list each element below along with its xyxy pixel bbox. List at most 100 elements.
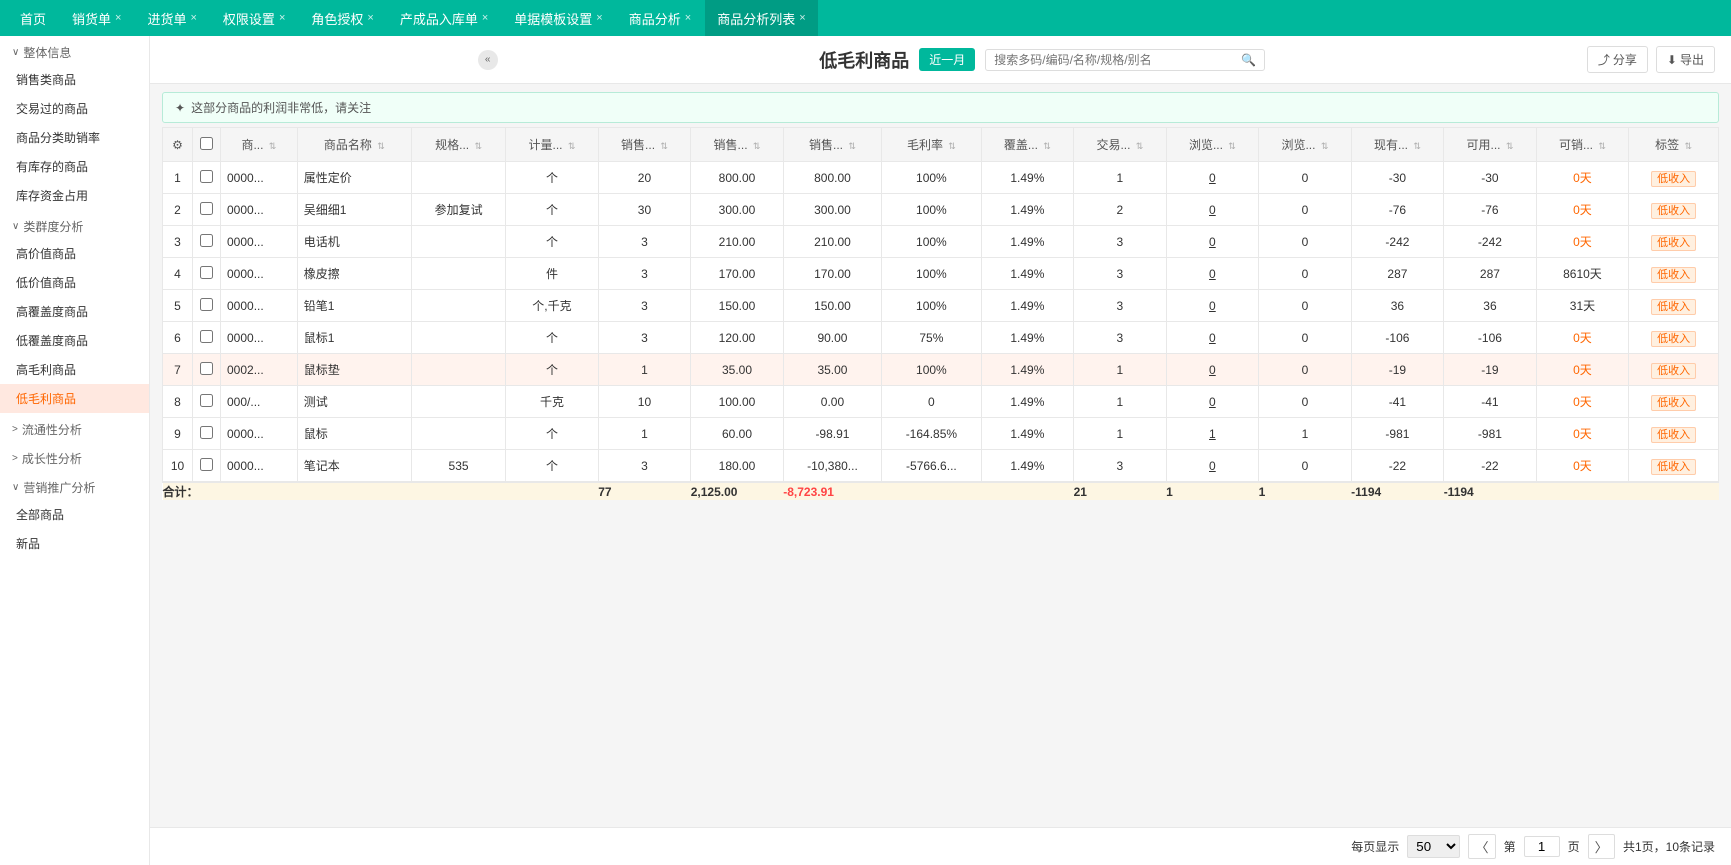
sidebar-item-all-products[interactable]: 全部商品 [0, 500, 149, 529]
row-sale-amt: 210.00 [691, 226, 784, 258]
search-input[interactable] [994, 53, 1241, 67]
col-unit[interactable]: 计量... ⇅ [506, 128, 599, 162]
col-tag[interactable]: 标签 ⇅ [1629, 128, 1719, 162]
close-icon[interactable]: × [115, 12, 121, 24]
col-code[interactable]: 商... ⇅ [221, 128, 298, 162]
col-sale-amt[interactable]: 销售... ⇅ [691, 128, 784, 162]
row-checkbox[interactable] [193, 386, 221, 418]
row-name[interactable]: 测试 [297, 386, 411, 418]
col-view2[interactable]: 浏览... ⇅ [1259, 128, 1352, 162]
per-page-label: 每页显示 [1351, 838, 1399, 855]
export-button[interactable]: ⬇ 导出 [1656, 46, 1715, 73]
sidebar-item-high-value[interactable]: 高价值商品 [0, 239, 149, 268]
sidebar-group-growth[interactable]: > 成长性分析 [0, 442, 149, 471]
row-checkbox[interactable] [193, 450, 221, 483]
row-checkbox[interactable] [193, 194, 221, 226]
prev-page-button[interactable]: 〈 [1468, 834, 1495, 859]
row-name[interactable]: 属性定价 [297, 162, 411, 194]
col-view1[interactable]: 浏览... ⇅ [1166, 128, 1259, 162]
close-icon[interactable]: × [367, 12, 373, 24]
row-trade: 3 [1074, 226, 1167, 258]
row-spec: 参加复试 [411, 194, 505, 226]
row-name[interactable]: 电话机 [297, 226, 411, 258]
row-name[interactable]: 鼠标垫 [297, 354, 411, 386]
row-available: -76 [1444, 194, 1537, 226]
sidebar-group-flow[interactable]: > 流通性分析 [0, 413, 149, 442]
search-box: 🔍 [985, 49, 1265, 71]
col-name[interactable]: 商品名称 ⇅ [297, 128, 411, 162]
nav-home[interactable]: 首页 [8, 0, 58, 36]
col-trade[interactable]: 交易... ⇅ [1074, 128, 1167, 162]
row-checkbox[interactable] [193, 290, 221, 322]
filter-period-button[interactable]: 近一月 [919, 48, 975, 71]
row-name[interactable]: 鼠标1 [297, 322, 411, 354]
share-button[interactable]: ⤴ 分享 [1587, 46, 1648, 73]
col-gross-rate[interactable]: 毛利率 ⇅ [882, 128, 981, 162]
sidebar-item-stock-products[interactable]: 有库存的商品 [0, 152, 149, 181]
table-row: 7 0002... 鼠标垫 个 1 35.00 35.00 100% 1.49%… [163, 354, 1719, 386]
nav-purchase-order[interactable]: 进货单 × [135, 0, 208, 36]
row-name[interactable]: 吴细细1 [297, 194, 411, 226]
row-unit: 件 [506, 258, 599, 290]
nav-role-auth[interactable]: 角色授权 × [299, 0, 385, 36]
nav-sales-order[interactable]: 销货单 × [60, 0, 133, 36]
row-checkbox[interactable] [193, 322, 221, 354]
row-sale-profit: -10,380... [783, 450, 881, 483]
row-name[interactable]: 笔记本 [297, 450, 411, 483]
close-icon[interactable]: × [190, 12, 196, 24]
col-spec[interactable]: 规格... ⇅ [411, 128, 505, 162]
sidebar-collapse-button[interactable]: « [478, 50, 498, 70]
row-spec [411, 418, 505, 450]
sidebar-item-new-products[interactable]: 新品 [0, 529, 149, 558]
col-checkbox[interactable] [193, 128, 221, 162]
search-icon[interactable]: 🔍 [1241, 53, 1256, 67]
sidebar-item-category-rate[interactable]: 商品分类助销率 [0, 123, 149, 152]
next-page-button[interactable]: 〉 [1588, 834, 1615, 859]
page-number-input[interactable] [1524, 836, 1560, 857]
sidebar-item-stock-capital[interactable]: 库存资金占用 [0, 181, 149, 210]
col-sellable[interactable]: 可销... ⇅ [1536, 128, 1629, 162]
row-name[interactable]: 鼠标 [297, 418, 411, 450]
sidebar-item-low-coverage[interactable]: 低覆盖度商品 [0, 326, 149, 355]
row-checkbox[interactable] [193, 258, 221, 290]
sidebar-item-traded-products[interactable]: 交易过的商品 [0, 94, 149, 123]
sidebar-item-high-coverage[interactable]: 高覆盖度商品 [0, 297, 149, 326]
col-current[interactable]: 现有... ⇅ [1351, 128, 1444, 162]
nav-product-analysis-list[interactable]: 商品分析列表 × [705, 0, 817, 36]
sidebar-item-sales-products[interactable]: 销售类商品 [0, 65, 149, 94]
close-icon[interactable]: × [685, 12, 691, 24]
sidebar-item-high-margin[interactable]: 高毛利商品 [0, 355, 149, 384]
col-settings[interactable]: ⚙ [163, 128, 193, 162]
row-no: 3 [163, 226, 193, 258]
col-sale-qty[interactable]: 销售... ⇅ [598, 128, 691, 162]
nav-template[interactable]: 单据模板设置 × [502, 0, 614, 36]
close-icon[interactable]: × [279, 12, 285, 24]
close-icon[interactable]: × [482, 12, 488, 24]
sidebar-item-low-margin[interactable]: 低毛利商品 [0, 384, 149, 413]
per-page-select[interactable]: 50 10 20 100 [1407, 835, 1460, 858]
row-checkbox[interactable] [193, 226, 221, 258]
row-sale-amt: 60.00 [691, 418, 784, 450]
close-icon[interactable]: × [596, 12, 602, 24]
row-checkbox[interactable] [193, 418, 221, 450]
col-coverage[interactable]: 覆盖... ⇅ [981, 128, 1074, 162]
close-icon[interactable]: × [799, 12, 805, 24]
nav-permission[interactable]: 权限设置 × [211, 0, 297, 36]
sidebar-group-marketing[interactable]: ∨ 营销推广分析 [0, 471, 149, 500]
row-checkbox[interactable] [193, 354, 221, 386]
nav-product-analysis[interactable]: 商品分析 × [617, 0, 703, 36]
sidebar-group-overall[interactable]: ∨ 整体信息 [0, 36, 149, 65]
row-sale-amt: 120.00 [691, 322, 784, 354]
col-available[interactable]: 可用... ⇅ [1444, 128, 1537, 162]
sidebar-group-cluster[interactable]: ∨ 类群度分析 [0, 210, 149, 239]
nav-product-in[interactable]: 产成品入库单 × [388, 0, 500, 36]
row-sellable: 0天 [1536, 418, 1629, 450]
sidebar-item-low-value[interactable]: 低价值商品 [0, 268, 149, 297]
col-sale-profit[interactable]: 销售... ⇅ [783, 128, 881, 162]
row-name[interactable]: 铅笔1 [297, 290, 411, 322]
row-current: -22 [1351, 450, 1444, 483]
select-all-checkbox[interactable] [200, 137, 213, 150]
row-name[interactable]: 橡皮擦 [297, 258, 411, 290]
row-sale-qty: 20 [598, 162, 691, 194]
row-checkbox[interactable] [193, 162, 221, 194]
